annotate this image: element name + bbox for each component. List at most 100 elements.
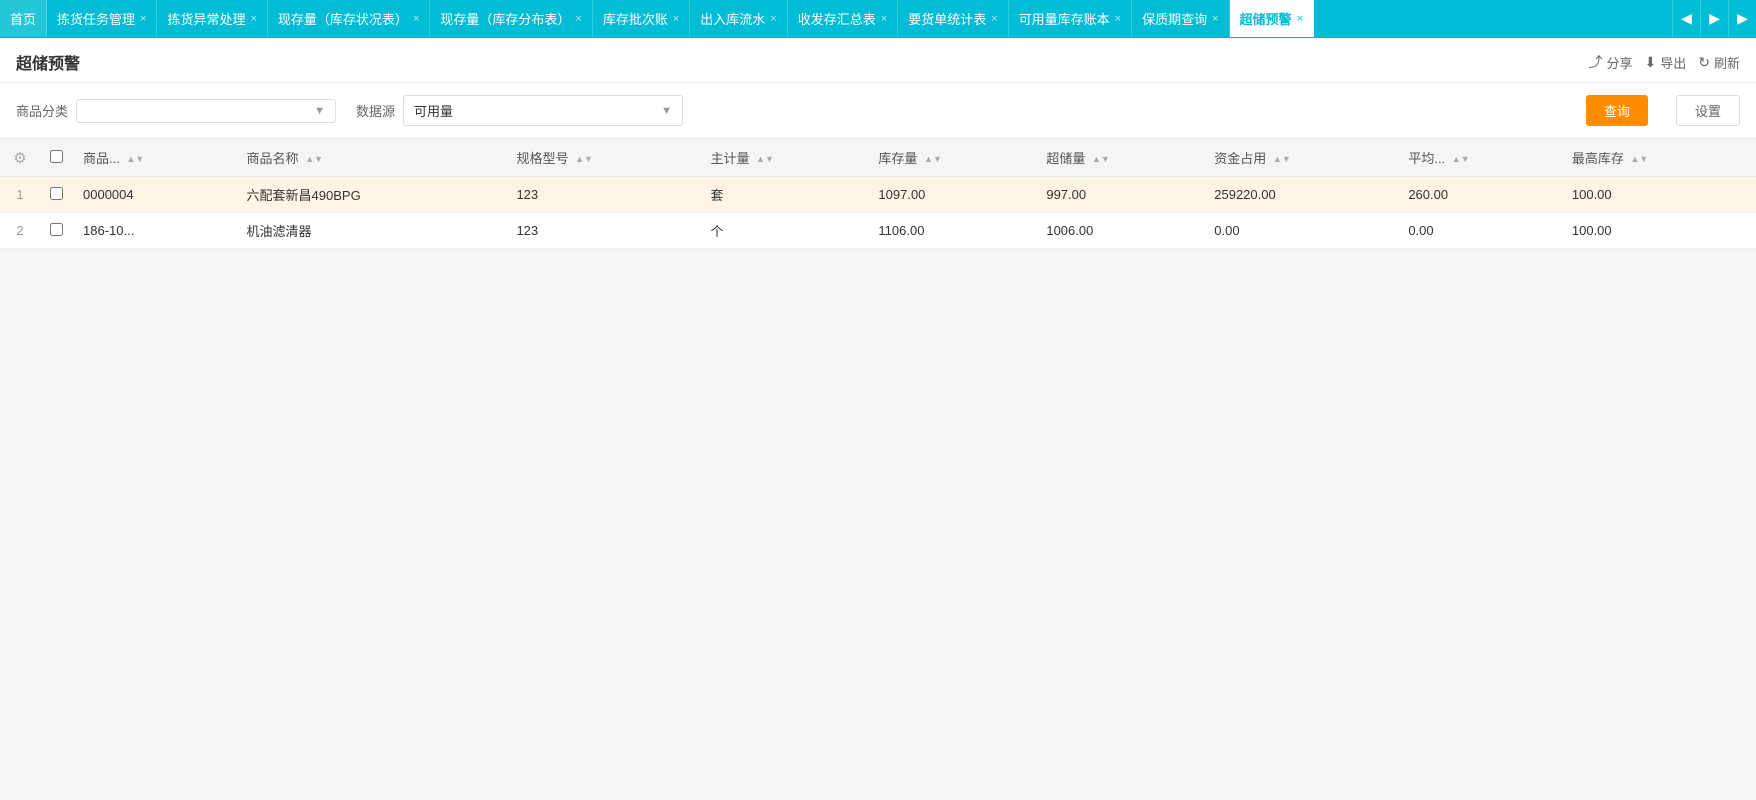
category-select[interactable]: ▼: [76, 99, 336, 123]
sort-icon: ▲▼: [1092, 155, 1110, 164]
sort-icon: ▲▼: [756, 155, 774, 164]
nav-order-stats[interactable]: 要货单统计表 ×: [898, 0, 1008, 37]
cell-spec: 123: [506, 213, 700, 249]
close-icon[interactable]: ×: [881, 13, 887, 25]
nav-task-mgmt[interactable]: 拣货任务管理 ×: [47, 0, 157, 37]
refresh-button[interactable]: ↻ 刷新: [1698, 53, 1740, 72]
column-unit[interactable]: 主计量 ▲▼: [701, 139, 869, 177]
nav-stock-dist[interactable]: 现存量（库存分布表） ×: [430, 0, 592, 37]
close-icon[interactable]: ×: [1212, 13, 1218, 25]
select-all-checkbox[interactable]: [50, 150, 63, 163]
category-label: 商品分类: [16, 101, 68, 120]
datasource-value: 可用量: [414, 101, 453, 120]
column-capital[interactable]: 资金占用 ▲▼: [1204, 139, 1398, 177]
column-settings[interactable]: ⚙: [0, 139, 40, 177]
close-icon[interactable]: ×: [1297, 13, 1303, 25]
table-row: 2 186-10... 机油滤清器 123 个 1106.00 1006.00 …: [0, 213, 1756, 249]
column-product-name[interactable]: 商品名称 ▲▼: [237, 139, 507, 177]
row-number: 2: [0, 213, 40, 249]
datasource-filter-group: 数据源 可用量 ▼: [356, 95, 683, 126]
row-number: 1: [0, 177, 40, 213]
page-title: 超储预警: [16, 50, 80, 74]
sort-icon: ▲▼: [1452, 155, 1470, 164]
cell-capital: 259220.00: [1204, 177, 1398, 213]
column-checkbox: [40, 139, 73, 177]
page-header: 超储预警 ⤴ 分享 ⬇ 导出 ↻ 刷新: [0, 38, 1756, 83]
sort-icon: ▲▼: [126, 155, 144, 164]
row-checkbox[interactable]: [50, 187, 63, 200]
nav-inout[interactable]: 出入库流水 ×: [690, 0, 787, 37]
cell-product-code: 186-10...: [73, 213, 237, 249]
cell-max-stock: 100.00: [1562, 177, 1756, 213]
query-button[interactable]: 查询: [1586, 95, 1648, 126]
close-icon[interactable]: ×: [250, 13, 256, 25]
column-stock[interactable]: 库存量 ▲▼: [868, 139, 1036, 177]
data-table: ⚙ 商品... ▲▼ 商品名称 ▲▼ 规格型号 ▲▼: [0, 138, 1756, 249]
close-icon[interactable]: ×: [1115, 13, 1121, 25]
share-icon: ⤴: [1588, 52, 1602, 72]
sort-icon: ▲▼: [1273, 155, 1291, 164]
nav-summary[interactable]: 收发存汇总表 ×: [788, 0, 898, 37]
row-checkbox-cell: [40, 213, 73, 249]
nav-home[interactable]: 首页: [0, 0, 47, 37]
table-row: 1 0000004 六配套新昌490BPG 123 套 1097.00 997.…: [0, 177, 1756, 213]
gear-icon[interactable]: ⚙: [13, 150, 26, 167]
category-filter-group: 商品分类 ▼: [16, 99, 336, 123]
cell-product-name: 机油滤清器: [237, 213, 507, 249]
table-header-row: ⚙ 商品... ▲▼ 商品名称 ▲▼ 规格型号 ▲▼: [0, 139, 1756, 177]
cell-unit: 个: [701, 213, 869, 249]
cell-unit: 套: [701, 177, 869, 213]
column-max-stock[interactable]: 最高库存 ▲▼: [1562, 139, 1756, 177]
sort-icon: ▲▼: [1631, 155, 1649, 164]
datasource-select[interactable]: 可用量 ▼: [403, 95, 683, 126]
cell-spec: 123: [506, 177, 700, 213]
cell-max-stock: 100.00: [1562, 213, 1756, 249]
close-icon[interactable]: ×: [991, 13, 997, 25]
dropdown-arrow-icon: ▼: [661, 105, 672, 117]
column-avg[interactable]: 平均... ▲▼: [1398, 139, 1562, 177]
nav-expand-arrow[interactable]: ▶: [1728, 0, 1756, 37]
export-button[interactable]: ⬇ 导出: [1645, 53, 1687, 72]
nav-next-arrow[interactable]: ▶: [1700, 0, 1728, 37]
cell-stock: 1097.00: [868, 177, 1036, 213]
table-body: 1 0000004 六配套新昌490BPG 123 套 1097.00 997.…: [0, 177, 1756, 249]
cell-stock: 1106.00: [868, 213, 1036, 249]
cell-product-code: 0000004: [73, 177, 237, 213]
sort-icon: ▲▼: [305, 155, 323, 164]
column-product-code[interactable]: 商品... ▲▼: [73, 139, 237, 177]
close-icon[interactable]: ×: [140, 13, 146, 25]
close-icon[interactable]: ×: [770, 13, 776, 25]
refresh-icon: ↻: [1698, 54, 1710, 71]
datasource-label: 数据源: [356, 101, 395, 120]
sort-icon: ▲▼: [924, 155, 942, 164]
close-icon[interactable]: ×: [413, 13, 419, 25]
cell-product-name: 六配套新昌490BPG: [237, 177, 507, 213]
nav-expiry[interactable]: 保质期查询 ×: [1132, 0, 1229, 37]
column-overflow[interactable]: 超储量 ▲▼: [1036, 139, 1204, 177]
main-content: 超储预警 ⤴ 分享 ⬇ 导出 ↻ 刷新 商品分类 ▼ 数据源: [0, 38, 1756, 249]
column-spec[interactable]: 规格型号 ▲▼: [506, 139, 700, 177]
close-icon[interactable]: ×: [673, 13, 679, 25]
export-icon: ⬇: [1645, 54, 1657, 71]
close-icon[interactable]: ×: [575, 13, 581, 25]
nav-exception[interactable]: 拣货异常处理 ×: [157, 0, 267, 37]
cell-avg: 260.00: [1398, 177, 1562, 213]
nav-batch[interactable]: 库存批次账 ×: [593, 0, 690, 37]
share-button[interactable]: ⤴ 分享: [1588, 52, 1632, 72]
nav-prev-arrow[interactable]: ◀: [1672, 0, 1700, 37]
table-container: ⚙ 商品... ▲▼ 商品名称 ▲▼ 规格型号 ▲▼: [0, 138, 1756, 249]
nav-overflow-warning[interactable]: 超储预警 ×: [1230, 0, 1314, 37]
dropdown-arrow-icon: ▼: [314, 105, 325, 117]
nav-arrows: ◀ ▶ ▶: [1672, 0, 1756, 37]
sort-icon: ▲▼: [575, 155, 593, 164]
top-navigation: 首页 拣货任务管理 × 拣货异常处理 × 现存量（库存状况表） × 现存量（库存…: [0, 0, 1756, 38]
nav-available-stock[interactable]: 可用量库存账本 ×: [1009, 0, 1132, 37]
settings-button[interactable]: 设置: [1676, 95, 1740, 126]
row-checkbox-cell: [40, 177, 73, 213]
cell-avg: 0.00: [1398, 213, 1562, 249]
row-checkbox[interactable]: [50, 223, 63, 236]
cell-overflow: 1006.00: [1036, 213, 1204, 249]
cell-overflow: 997.00: [1036, 177, 1204, 213]
cell-capital: 0.00: [1204, 213, 1398, 249]
nav-stock-status[interactable]: 现存量（库存状况表） ×: [268, 0, 430, 37]
